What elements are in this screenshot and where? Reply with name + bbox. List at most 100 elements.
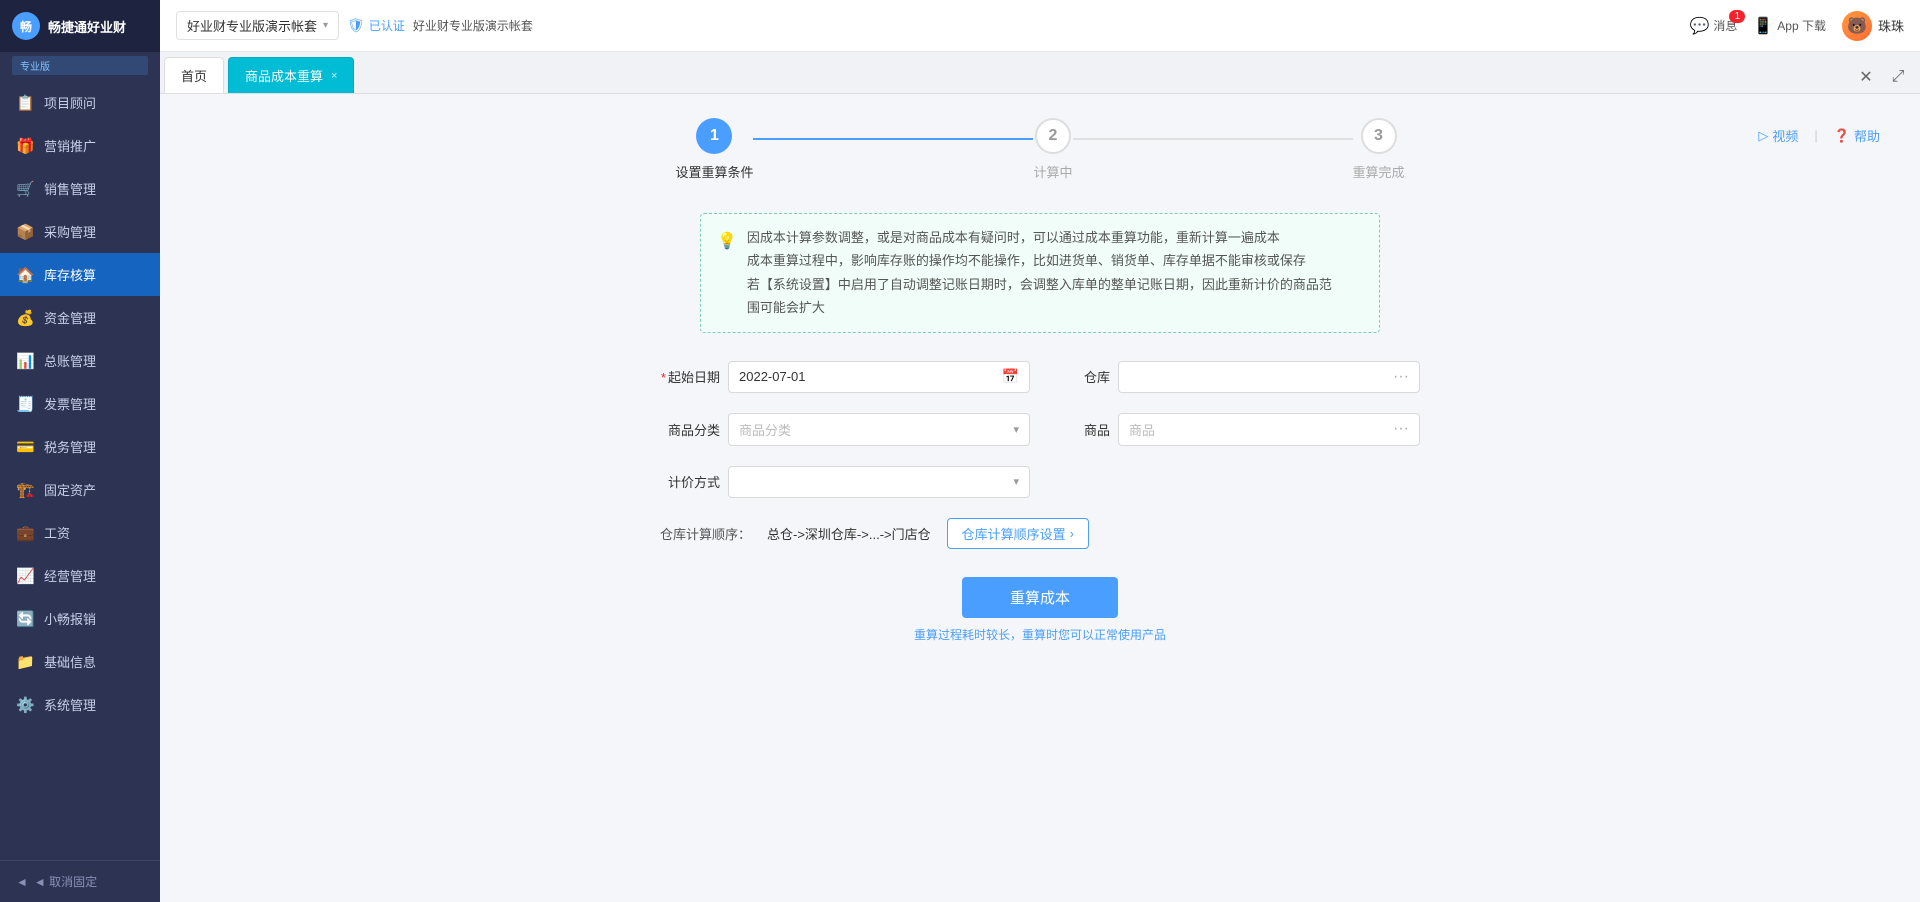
- form-row-3: 计价方式 ▾: [660, 466, 1420, 498]
- sidebar-item-operation[interactable]: 📈 经营管理: [0, 554, 160, 597]
- sidebar-item-label: 经营管理: [44, 566, 96, 585]
- sidebar-item-sales[interactable]: 🛒 销售管理: [0, 167, 160, 210]
- shield-icon: 🛡: [347, 17, 365, 34]
- sidebar-item-tax[interactable]: 💳 税务管理: [0, 425, 160, 468]
- warehouse-order-settings-button[interactable]: 仓库计算顺序设置 ›: [947, 518, 1089, 549]
- sidebar-item-label: 税务管理: [44, 437, 96, 456]
- sidebar-item-purchase[interactable]: 📦 采购管理: [0, 210, 160, 253]
- warehouse-more-icon[interactable]: ···: [1393, 368, 1409, 386]
- sidebar-item-basic[interactable]: 📁 基础信息: [0, 640, 160, 683]
- product-input[interactable]: 商品 ···: [1118, 413, 1420, 446]
- product-more-icon[interactable]: ···: [1393, 420, 1409, 438]
- notice-line-4: 围可能会扩大: [747, 296, 1332, 319]
- warehouse-label: 仓库: [1050, 367, 1110, 386]
- message-badge: 1: [1729, 10, 1745, 23]
- divider: |: [1814, 128, 1817, 143]
- sidebar-edition: 专业版: [12, 56, 148, 75]
- video-button[interactable]: ▷ 视频: [1758, 126, 1798, 145]
- category-label: 商品分类: [660, 420, 720, 439]
- topbar-actions: 💬 消息 1 📱 App 下载 🐻 珠珠: [1689, 11, 1904, 41]
- sidebar-item-label: 基础信息: [44, 652, 96, 671]
- sidebar-item-payroll[interactable]: 💼 工资: [0, 511, 160, 554]
- pricing-dropdown-arrow: ▾: [1013, 475, 1019, 488]
- sidebar-nav: 📋 项目顾问 🎁 营销推广 🛒 销售管理 📦 采购管理 🏠 库存核算 💰 资金管…: [0, 81, 160, 860]
- step-3-circle: 3: [1361, 118, 1397, 154]
- form-group-warehouse: 仓库 ···: [1050, 361, 1420, 393]
- category-select[interactable]: 商品分类 ▾: [728, 413, 1030, 446]
- tab-home[interactable]: 首页: [164, 57, 224, 93]
- pricing-select[interactable]: ▾: [728, 466, 1030, 498]
- main-area: 好业财专业版演示帐套 ▾ 🛡 已认证 好业财专业版演示帐套 💬 消息 1 📱 A…: [160, 0, 1920, 902]
- sidebar-item-system[interactable]: ⚙️ 系统管理: [0, 683, 160, 726]
- step-line-1-2: [753, 138, 1033, 140]
- sales-icon: 🛒: [16, 180, 34, 198]
- form-group-start-date: 起始日期 2022-07-01 📅: [660, 361, 1030, 393]
- account-name: 好业财专业版演示帐套: [187, 16, 317, 35]
- step-3: 3 重算完成: [1353, 118, 1405, 181]
- video-label: 视频: [1772, 126, 1798, 145]
- sidebar-item-label: 发票管理: [44, 394, 96, 413]
- start-date-input[interactable]: 2022-07-01 📅: [728, 361, 1030, 393]
- recalc-button[interactable]: 重算成本: [962, 577, 1118, 618]
- warehouse-input[interactable]: ···: [1118, 361, 1420, 393]
- sidebar-item-marketing[interactable]: 🎁 营销推广: [0, 124, 160, 167]
- tab-close-icon[interactable]: ×: [331, 70, 337, 82]
- basic-icon: 📁: [16, 653, 34, 671]
- close-icon: ✕: [1859, 67, 1872, 87]
- tab-product-recalc[interactable]: 商品成本重算 ×: [228, 57, 354, 93]
- sidebar-item-label: 采购管理: [44, 222, 96, 241]
- expense-icon: 🔄: [16, 610, 34, 628]
- sidebar-item-expense[interactable]: 🔄 小畅报销: [0, 597, 160, 640]
- sidebar-item-accounting[interactable]: 📊 总账管理: [0, 339, 160, 382]
- sidebar-item-label: 项目顾问: [44, 93, 96, 112]
- category-placeholder: 商品分类: [739, 420, 791, 439]
- warehouse-order-value: 总仓->深圳仓库->...->门店仓: [767, 524, 931, 543]
- start-date-label: 起始日期: [660, 367, 720, 386]
- sidebar-item-label: 资金管理: [44, 308, 96, 327]
- account-selector[interactable]: 好业财专业版演示帐套 ▾: [176, 11, 339, 40]
- recalc-hint: 重算过程耗时较长，重算时您可以正常使用产品: [660, 626, 1420, 643]
- help-label: 帮助: [1854, 126, 1880, 145]
- notice-line-1: 因成本计算参数调整，或是对商品成本有疑问时，可以通过成本重算功能，重新计算一遍成…: [747, 226, 1332, 249]
- warehouse-order-btn-label: 仓库计算顺序设置: [962, 524, 1066, 543]
- play-icon: ▷: [1758, 128, 1768, 144]
- notice-text: 因成本计算参数调整，或是对商品成本有疑问时，可以通过成本重算功能，重新计算一遍成…: [747, 226, 1332, 320]
- tax-icon: 💳: [16, 438, 34, 456]
- stepper-help-actions: ▷ 视频 | ❓ 帮助: [1758, 126, 1880, 145]
- form-area: 起始日期 2022-07-01 📅 仓库 ··· 商品分: [660, 361, 1420, 643]
- step-2: 2 计算中: [1033, 118, 1072, 181]
- message-icon: 💬: [1689, 16, 1709, 36]
- project-icon: 📋: [16, 94, 34, 112]
- close-window-button[interactable]: ✕: [1852, 63, 1880, 91]
- inventory-icon: 🏠: [16, 266, 34, 284]
- sidebar-brand-name: 畅捷通好业财: [48, 17, 126, 36]
- expand-window-button[interactable]: ⤢: [1884, 63, 1912, 91]
- warehouse-order-row: 仓库计算顺序： 总仓->深圳仓库->...->门店仓 仓库计算顺序设置 ›: [660, 518, 1420, 549]
- phone-icon: 📱: [1753, 16, 1773, 36]
- notice-box: 💡 因成本计算参数调整，或是对商品成本有疑问时，可以通过成本重算功能，重新计算一…: [700, 213, 1380, 333]
- step-2-circle: 2: [1035, 118, 1071, 154]
- help-button[interactable]: ❓ 帮助: [1834, 126, 1880, 145]
- category-dropdown-arrow: ▾: [1013, 423, 1019, 436]
- tab-home-label: 首页: [181, 66, 207, 85]
- finance-icon: 💰: [16, 309, 34, 327]
- sidebar-item-asset[interactable]: 🏗️ 固定资产: [0, 468, 160, 511]
- form-group-product: 商品 商品 ···: [1050, 413, 1420, 446]
- sidebar-item-label: 系统管理: [44, 695, 96, 714]
- sidebar-item-project[interactable]: 📋 项目顾问: [0, 81, 160, 124]
- marketing-icon: 🎁: [16, 137, 34, 155]
- pricing-label: 计价方式: [660, 472, 720, 491]
- stepper: 1 设置重算条件 2 计算中 3 重算完成 ▷ 视频: [200, 118, 1880, 181]
- payroll-icon: 💼: [16, 524, 34, 542]
- message-action[interactable]: 💬 消息 1: [1689, 16, 1737, 36]
- sidebar-item-invoice[interactable]: 🧾 发票管理: [0, 382, 160, 425]
- app-download-action[interactable]: 📱 App 下载: [1753, 16, 1826, 36]
- user-menu[interactable]: 🐻 珠珠: [1842, 11, 1904, 41]
- sidebar-item-finance[interactable]: 💰 资金管理: [0, 296, 160, 339]
- sidebar-pin-toggle[interactable]: ◄ ◄ 取消固定: [0, 860, 160, 902]
- help-icon: ❓: [1834, 128, 1850, 144]
- product-placeholder: 商品: [1129, 420, 1155, 439]
- sidebar-item-label: 总账管理: [44, 351, 96, 370]
- tab-active-label: 商品成本重算: [245, 66, 323, 85]
- sidebar-item-inventory[interactable]: 🏠 库存核算: [0, 253, 160, 296]
